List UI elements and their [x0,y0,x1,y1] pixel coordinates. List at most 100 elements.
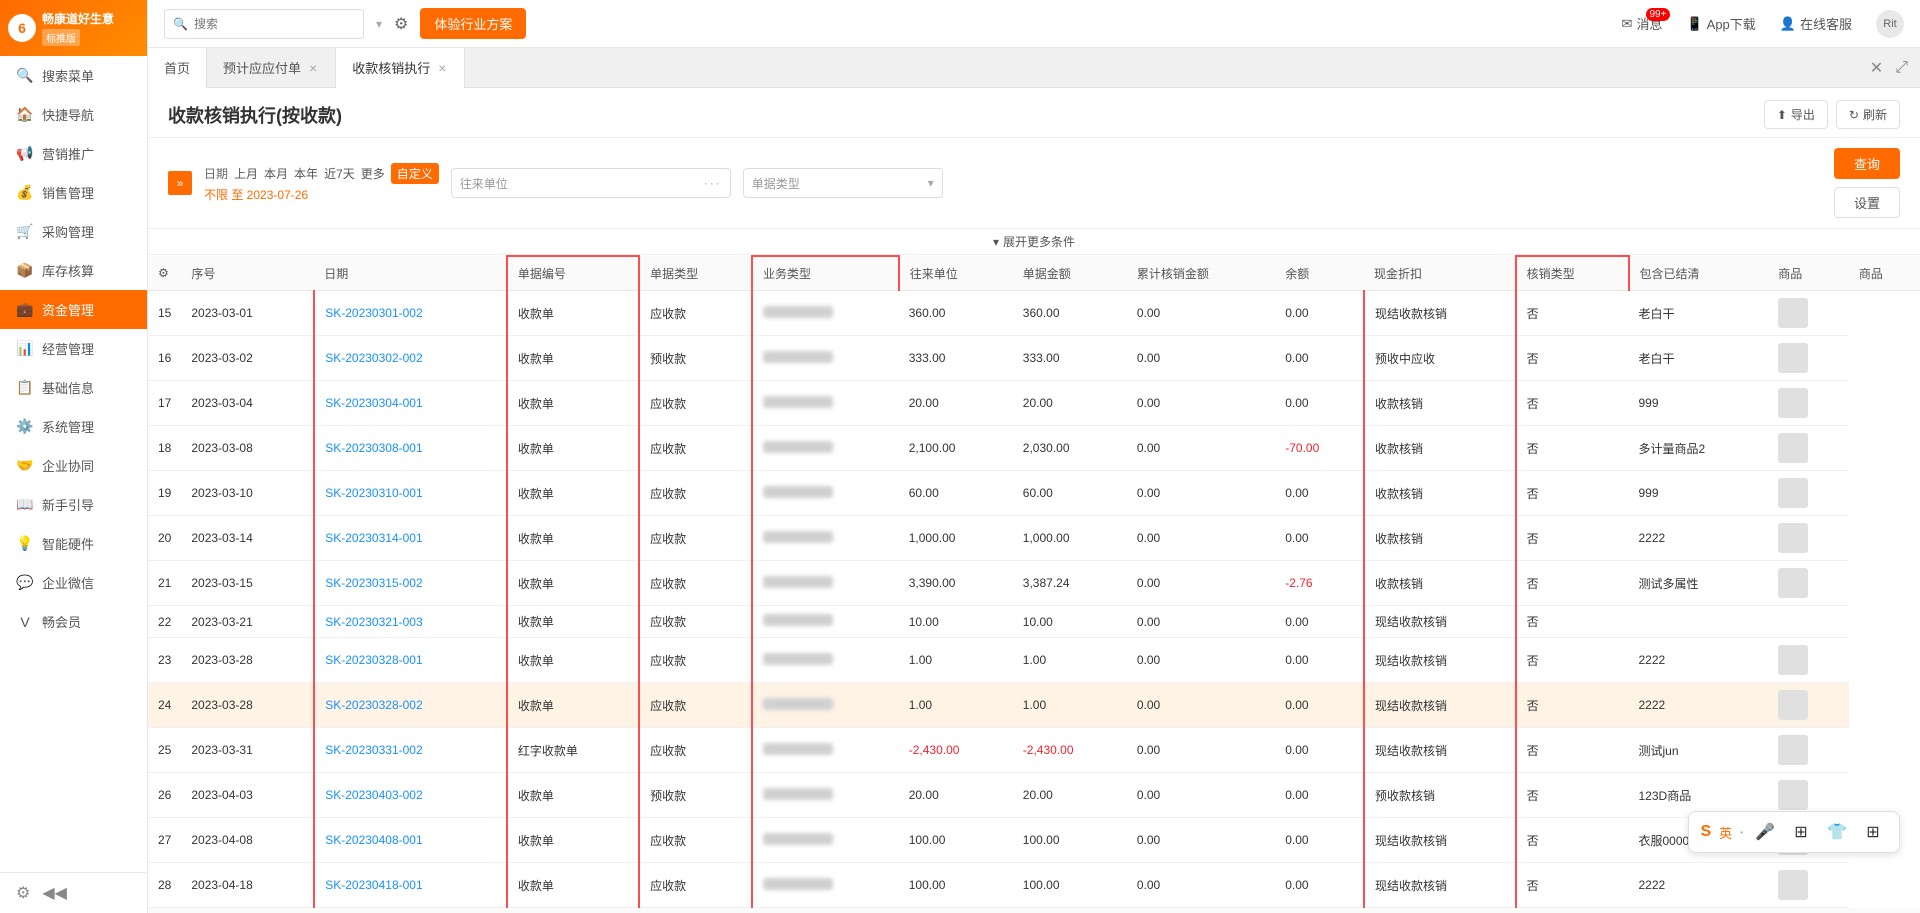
sidebar-item-wechat[interactable]: 💬企业微信 [0,563,147,602]
cell-billno[interactable]: SK-20230315-002 [314,561,507,606]
bill-link[interactable]: SK-20230310-001 [325,486,422,500]
cell-goods2 [1768,863,1849,908]
cell-billno[interactable]: SK-20230328-001 [314,638,507,683]
cell-billno[interactable]: SK-20230301-002 [314,291,507,336]
cell-canceltype: 预收款核销 [1364,773,1516,818]
cell-billno[interactable]: SK-20230408-001 [314,818,507,863]
bill-link[interactable]: SK-20230328-002 [325,698,422,712]
solution-button[interactable]: 体验行业方案 [420,8,526,39]
tab-expand-icon[interactable]: ⤢ [1891,55,1912,81]
bill-link[interactable]: SK-20230403-002 [325,788,422,802]
sidebar-item-marketing[interactable]: 📢营销推广 [0,134,147,173]
bill-link[interactable]: SK-20230314-001 [325,531,422,545]
bill-link[interactable]: SK-20230315-002 [325,576,422,590]
sidebar-item-member[interactable]: V畅会员 [0,602,147,641]
sidebar-item-enterprise[interactable]: 🤝企业协同 [0,446,147,485]
cell-goods2 [1768,516,1849,561]
date-link-近7天[interactable]: 近7天 [324,165,355,182]
tab-home[interactable]: 首页 [148,48,207,88]
bill-link[interactable]: SK-20230301-002 [325,306,422,320]
sidebar-item-shortcut[interactable]: 🏠快捷导航 [0,95,147,134]
tab-label-collection: 收款核销执行 [352,58,430,77]
cell-biztype: 应收款 [639,818,752,863]
float-mic-button[interactable]: 🎤 [1751,818,1779,846]
cell-billno[interactable]: SK-20230308-001 [314,426,507,471]
date-link-本月[interactable]: 本月 [264,165,288,182]
col-settings[interactable]: ⚙ [148,256,181,291]
cell-billno[interactable]: SK-20230403-002 [314,773,507,818]
settings-icon[interactable]: ⚙ [16,883,30,903]
float-shirt-button[interactable]: 👕 [1823,818,1851,846]
cell-goods2 [1768,291,1849,336]
bill-link[interactable]: SK-20230331-002 [325,743,422,757]
bill-link[interactable]: SK-20230308-001 [325,441,422,455]
sidebar-item-search[interactable]: 🔍搜索菜单 [0,56,147,95]
col-header-canceltype: 核销类型 [1516,256,1629,291]
query-button[interactable]: 查询 [1834,148,1900,179]
cell-goods: 999 [1629,381,1769,426]
online-service-button[interactable]: 👤 在线客服 [1780,14,1852,33]
date-link-上月[interactable]: 上月 [234,165,258,182]
topbar-search-box[interactable]: 🔍 [164,9,364,39]
search-icon: 🔍 [16,67,34,85]
sidebar-item-basic[interactable]: 📋基础信息 [0,368,147,407]
export-button[interactable]: ⬆ 导出 [1764,100,1828,129]
tab-close-prepay[interactable]: × [307,58,319,78]
bill-link[interactable]: SK-20230418-001 [325,878,422,892]
bill-link[interactable]: SK-20230321-003 [325,615,422,629]
sidebar-item-system[interactable]: ⚙️系统管理 [0,407,147,446]
bill-link[interactable]: SK-20230408-001 [325,833,422,847]
user-avatar[interactable]: Rit [1876,10,1904,38]
sidebar-item-finance[interactable]: 💼资金管理 [0,290,147,329]
float-grid-button[interactable]: ⊞ [1787,818,1815,846]
message-button[interactable]: ✉ 消息 99+ [1622,14,1663,33]
sidebar-label-marketing: 营销推广 [42,144,94,163]
cell-billno[interactable]: SK-20230321-003 [314,606,507,638]
sidebar-item-hardware[interactable]: 💡智能硬件 [0,524,147,563]
tab-prepay[interactable]: 预计应应付单× [207,48,336,88]
sidebar-item-operation[interactable]: 📊经营管理 [0,329,147,368]
date-link-更多[interactable]: 更多 [361,165,385,182]
cell-billno[interactable]: SK-20230304-001 [314,381,507,426]
cell-goods2 [1768,381,1849,426]
tab-close-all-icon[interactable]: ✕ [1866,54,1887,82]
tab-close-collection[interactable]: × [436,58,448,78]
cell-billno[interactable]: SK-20230314-001 [314,516,507,561]
setting-button[interactable]: 设置 [1834,187,1900,218]
collapse-icon[interactable]: ◀◀ [42,883,67,903]
cell-goods2 [1768,728,1849,773]
col-header-billtype: 单据类型 [639,256,752,291]
float-apps-button[interactable]: ⊞ [1859,818,1887,846]
cell-billtype: 收款单 [507,638,639,683]
settings-col-icon[interactable]: ⚙ [158,266,169,280]
tab-collection[interactable]: 收款核销执行 × [336,48,465,88]
cell-billno[interactable]: SK-20230302-002 [314,336,507,381]
cell-billtype: 收款单 [507,426,639,471]
cell-billno[interactable]: SK-20230331-002 [314,728,507,773]
custom-date-button[interactable]: 自定义 [391,163,439,184]
sidebar-item-purchase[interactable]: 🛒采购管理 [0,212,147,251]
search-input[interactable] [194,17,334,31]
refresh-button[interactable]: ↻ 刷新 [1836,100,1900,129]
cell-billno[interactable]: SK-20230418-001 [314,863,507,908]
service-icon: 👤 [1780,16,1796,32]
cell-goods: 2222 [1629,638,1769,683]
date-link-本年[interactable]: 本年 [294,165,318,182]
unit-filter-input[interactable]: 往来单位 ··· [451,168,731,198]
expand-more-button[interactable]: ▾ 展开更多条件 [993,233,1075,250]
bill-link[interactable]: SK-20230302-002 [325,351,422,365]
filter-toggle-button[interactable]: » [168,171,192,195]
sidebar-item-guide[interactable]: 📖新手引导 [0,485,147,524]
sidebar-item-inventory[interactable]: 📦库存核算 [0,251,147,290]
bill-link[interactable]: SK-20230304-001 [325,396,422,410]
row-settings-cell: 20 [148,516,181,561]
app-download-button[interactable]: 📱 App下载 [1686,14,1755,33]
sidebar-item-sales[interactable]: 💰销售管理 [0,173,147,212]
cell-goods: 测试jun [1629,728,1769,773]
cell-billno[interactable]: SK-20230310-001 [314,471,507,516]
bill-link[interactable]: SK-20230328-001 [325,653,422,667]
topbar-gear-icon[interactable]: ⚙ [394,14,408,34]
cell-billno[interactable]: SK-20230328-002 [314,683,507,728]
bill-type-filter[interactable]: 单据类型 ▾ [743,168,943,198]
sidebar: 6 畅康道好生意 标推版 🔍搜索菜单🏠快捷导航📢营销推广💰销售管理🛒采购管理📦库… [0,0,148,913]
